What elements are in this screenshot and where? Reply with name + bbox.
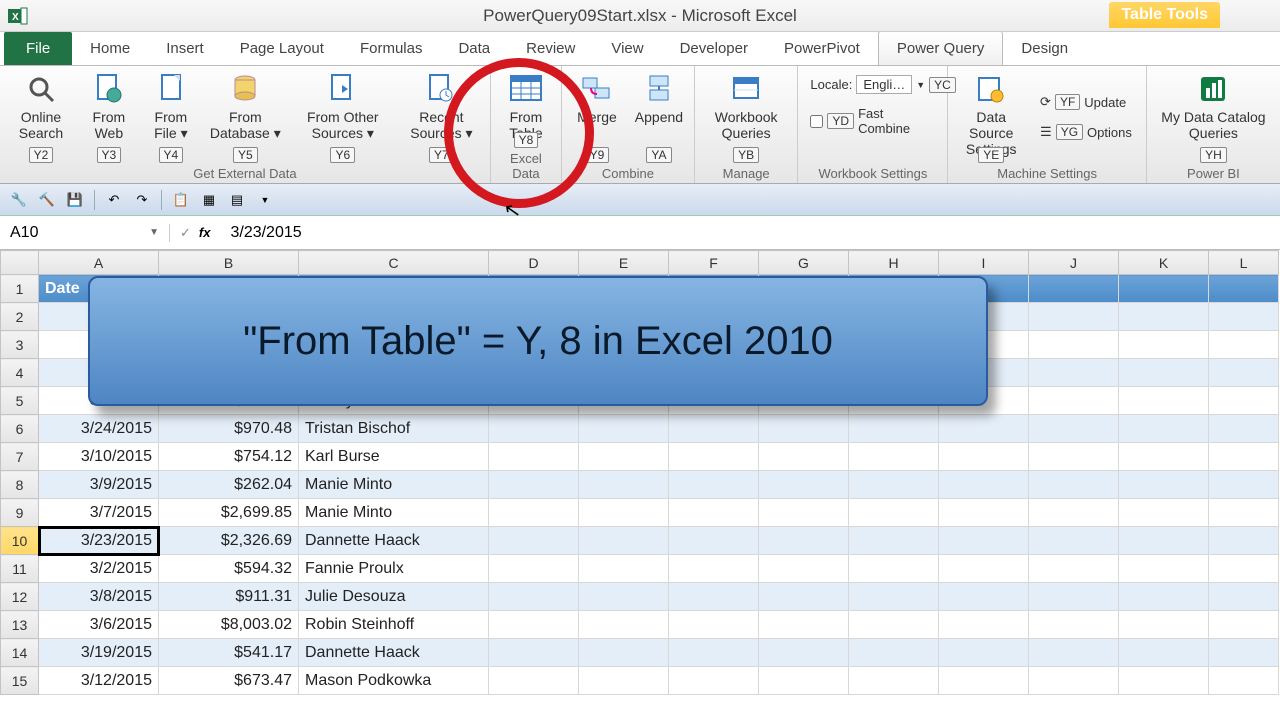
my-data-catalog-button[interactable]: My Data Catalog Queries YH xyxy=(1151,69,1276,165)
workbook-queries-button[interactable]: Workbook Queries YB xyxy=(699,69,793,165)
save-icon[interactable]: 💾 xyxy=(64,189,86,211)
tab-developer[interactable]: Developer xyxy=(662,32,766,65)
table-row[interactable]: 103/23/2015$2,326.69Dannette Haack xyxy=(1,527,1279,555)
qat-icon-4[interactable]: ▤ xyxy=(226,189,248,211)
tab-powerpivot[interactable]: PowerPivot xyxy=(766,32,878,65)
quick-access-toolbar: 🔧 🔨 💾 ↶ ↷ 📋 ▦ ▤ ▼ xyxy=(0,184,1280,216)
tab-home[interactable]: Home xyxy=(72,32,148,65)
web-file-icon xyxy=(89,71,129,107)
search-icon xyxy=(21,71,61,107)
data-source-icon xyxy=(971,71,1011,107)
from-web-button[interactable]: From Web Y3 xyxy=(78,69,140,165)
fast-combine-row[interactable]: YD Fast Combine xyxy=(806,104,939,138)
update-icon: ⟳ xyxy=(1040,94,1051,110)
workbook-icon xyxy=(726,71,766,107)
file-icon xyxy=(151,71,191,107)
options-icon: ☰ xyxy=(1040,124,1052,140)
qat-icon-3[interactable]: ▦ xyxy=(198,189,220,211)
table-row[interactable]: 93/7/2015$2,699.85Manie Minto xyxy=(1,499,1279,527)
ribbon: Online Search Y2 From Web Y3 From File ▾… xyxy=(0,66,1280,184)
from-other-sources-button[interactable]: From Other Sources ▾ Y6 xyxy=(289,69,397,165)
excel-app-icon: X xyxy=(6,4,30,28)
append-button[interactable]: Append YA xyxy=(628,69,690,165)
tab-power-query[interactable]: Power Query xyxy=(878,31,1004,65)
merge-button[interactable]: Merge Y9 xyxy=(566,69,628,165)
qat-paste-icon[interactable]: 📋 xyxy=(170,189,192,211)
merge-icon xyxy=(577,71,617,107)
undo-icon[interactable]: ↶ xyxy=(103,189,125,211)
formula-bar: A10 ▼ ✓ fx 3/23/2015 xyxy=(0,216,1280,250)
tab-view[interactable]: View xyxy=(593,32,661,65)
table-row[interactable]: 153/12/2015$673.47Mason Podkowka xyxy=(1,667,1279,695)
powerbi-icon xyxy=(1193,71,1233,107)
tab-page-layout[interactable]: Page Layout xyxy=(222,32,342,65)
group-manage: Workbook Queries YB Manage xyxy=(695,66,798,183)
database-icon xyxy=(225,71,265,107)
table-icon xyxy=(506,71,546,107)
svg-text:X: X xyxy=(12,12,19,23)
qat-more-icon[interactable]: ▼ xyxy=(254,189,276,211)
locale-row[interactable]: Locale: Engli… ▼ YC xyxy=(806,73,939,96)
group-get-external-data: Online Search Y2 From Web Y3 From File ▾… xyxy=(0,66,491,183)
other-sources-icon xyxy=(323,71,363,107)
qat-icon-1[interactable]: 🔧 xyxy=(8,189,30,211)
annotation-callout: "From Table" = Y, 8 in Excel 2010 xyxy=(88,276,988,406)
fx-icon[interactable]: fx xyxy=(199,225,211,240)
function-wizard-icon[interactable]: ✓ xyxy=(180,225,191,241)
tab-design[interactable]: Design xyxy=(1003,32,1086,65)
table-row[interactable]: 143/19/2015$541.17Dannette Haack xyxy=(1,639,1279,667)
group-workbook-settings: Locale: Engli… ▼ YC YD Fast Combine Work… xyxy=(798,66,948,183)
tab-insert[interactable]: Insert xyxy=(148,32,222,65)
from-database-button[interactable]: From Database ▾ Y5 xyxy=(202,69,289,165)
recent-sources-button[interactable]: Recent Sources ▾ Y7 xyxy=(397,69,486,165)
table-row[interactable]: 63/24/2015$970.48Tristan Bischof xyxy=(1,415,1279,443)
table-row[interactable]: 123/8/2015$911.31Julie Desouza xyxy=(1,583,1279,611)
group-machine-settings: Data Source Settings YE ⟳ YF Update ☰ YG… xyxy=(948,66,1146,183)
from-table-button[interactable]: From Table Y8 xyxy=(495,69,557,150)
online-search-button[interactable]: Online Search Y2 xyxy=(4,69,78,165)
from-file-button[interactable]: From File ▾ Y4 xyxy=(140,69,202,165)
name-box[interactable]: A10 ▼ xyxy=(0,224,170,242)
group-combine: Merge Y9 Append YA Combine xyxy=(562,66,695,183)
data-source-settings-button[interactable]: Data Source Settings YE xyxy=(952,69,1030,165)
group-excel-data: From Table Y8 Excel Data xyxy=(491,66,562,183)
file-tab[interactable]: File xyxy=(4,32,72,65)
tab-review[interactable]: Review xyxy=(508,32,593,65)
tab-data[interactable]: Data xyxy=(440,32,508,65)
table-row[interactable]: 113/2/2015$594.32Fannie Proulx xyxy=(1,555,1279,583)
table-row[interactable]: 83/9/2015$262.04Manie Minto xyxy=(1,471,1279,499)
options-button[interactable]: ☰ YG Options xyxy=(1036,122,1136,142)
fast-combine-checkbox[interactable] xyxy=(810,115,823,128)
ribbon-tabs: File Home Insert Page Layout Formulas Da… xyxy=(0,32,1280,66)
title-bar: X PowerQuery09Start.xlsx - Microsoft Exc… xyxy=(0,0,1280,32)
table-row[interactable]: 73/10/2015$754.12Karl Burse xyxy=(1,443,1279,471)
contextual-tab-label: Table Tools xyxy=(1109,2,1220,28)
window-title: PowerQuery09Start.xlsx - Microsoft Excel xyxy=(483,6,797,26)
table-row[interactable]: 133/6/2015$8,003.02Robin Steinhoff xyxy=(1,611,1279,639)
group-power-bi: My Data Catalog Queries YH Power BI xyxy=(1147,66,1280,183)
recent-icon xyxy=(421,71,461,107)
tab-formulas[interactable]: Formulas xyxy=(342,32,441,65)
append-icon xyxy=(639,71,679,107)
formula-value[interactable]: 3/23/2015 xyxy=(220,224,311,242)
column-headers[interactable]: ABC DEF GHI JKL xyxy=(1,251,1279,275)
update-button[interactable]: ⟳ YF Update xyxy=(1036,92,1136,112)
qat-icon-2[interactable]: 🔨 xyxy=(36,189,58,211)
chevron-down-icon: ▼ xyxy=(149,227,159,238)
redo-icon[interactable]: ↷ xyxy=(131,189,153,211)
